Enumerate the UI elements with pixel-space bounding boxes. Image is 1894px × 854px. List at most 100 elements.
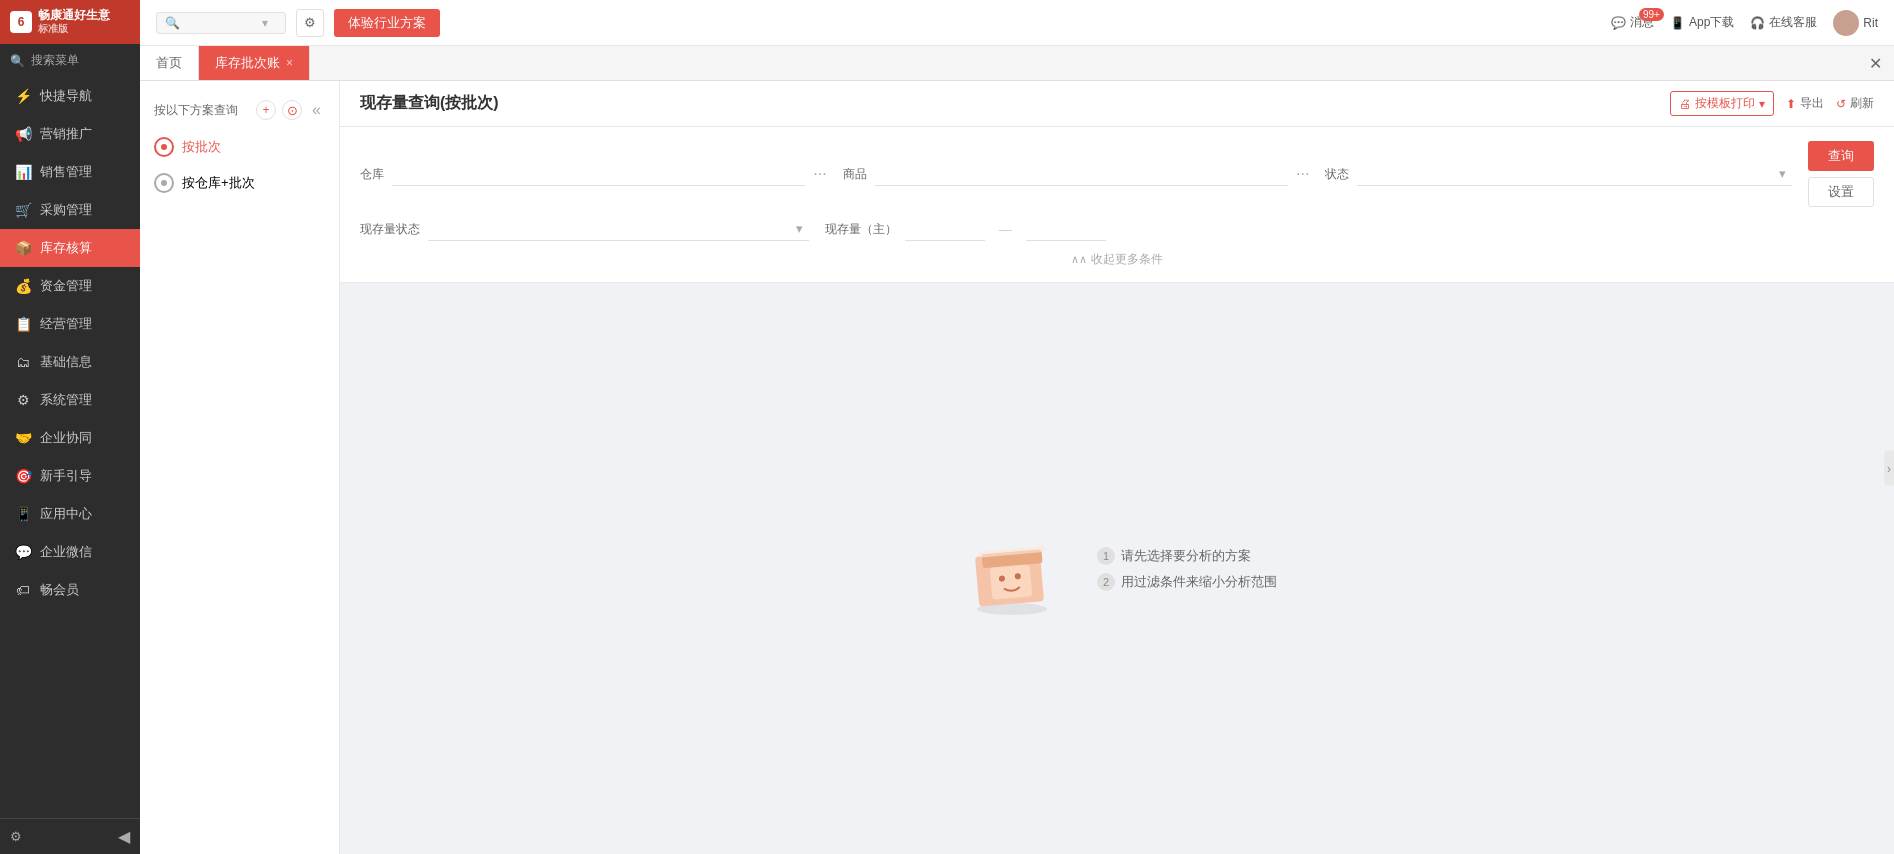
sidebar-item-label: 畅会员 <box>40 581 79 599</box>
app-download-btn[interactable]: 📱 App下载 <box>1670 14 1734 31</box>
sidebar-footer: ⚙ ◀ <box>0 818 140 854</box>
tab-inventory-batch[interactable]: 库存批次账 × <box>199 46 310 80</box>
sidebar-item-label: 系统管理 <box>40 391 92 409</box>
messages-badge: 99+ <box>1639 8 1664 21</box>
refresh-btn[interactable]: ↺ 刷新 <box>1836 95 1874 112</box>
sidebar-nav: ⚡ 快捷导航 📢 营销推广 📊 销售管理 🛒 采购管理 📦 库存核算 💰 资金管… <box>0 77 140 818</box>
filter-item-icon-wh-batch <box>154 173 174 193</box>
topbar-search-input[interactable] <box>186 16 256 30</box>
sidebar-header: 6 畅康通好生意 标准版 <box>0 0 140 44</box>
sidebar-item-newbie[interactable]: 🎯 新手引导 <box>0 457 140 495</box>
sidebar-item-marketing[interactable]: 📢 营销推广 <box>0 115 140 153</box>
finance-icon: 💰 <box>14 277 32 295</box>
filter-item-by-warehouse-batch[interactable]: 按仓库+批次 <box>140 165 339 201</box>
empty-state-content: 1 请先选择要分析的方案 2 用过滤条件来缩小分析范围 <box>957 514 1277 624</box>
inventory-icon: 📦 <box>14 239 32 257</box>
search-form: 仓库 ··· 商品 ··· 状态 ▾ <box>340 127 1894 283</box>
sidebar-item-label: 销售管理 <box>40 163 92 181</box>
content-area: 按以下方案查询 + ⊙ « 按批次 <box>140 81 1894 854</box>
sidebar-item-label: 应用中心 <box>40 505 92 523</box>
sidebar-item-enterprise[interactable]: 🤝 企业协同 <box>0 419 140 457</box>
page-title: 现存量查询(按批次) <box>360 93 499 114</box>
purchase-icon: 🛒 <box>14 201 32 219</box>
messages-btn[interactable]: 💬 消息 99+ <box>1611 14 1654 31</box>
right-panel-toggle[interactable]: › <box>1884 450 1894 485</box>
stock-status-field: 现存量状态 ▾ <box>360 217 809 241</box>
member-icon: 🏷 <box>14 581 32 599</box>
warehouse-input[interactable] <box>392 163 805 186</box>
empty-tip-2: 2 用过滤条件来缩小分析范围 <box>1097 573 1277 591</box>
chevron-right-icon: › <box>1887 461 1891 475</box>
topbar-search-box[interactable]: 🔍 ▾ <box>156 12 286 34</box>
phone-icon: 📱 <box>1670 16 1685 30</box>
filter-collapse-btn[interactable]: « <box>308 97 325 123</box>
stock-status-dropdown-icon: ▾ <box>796 221 803 236</box>
status-label: 状态 <box>1325 166 1349 183</box>
empty-illustration <box>957 514 1067 624</box>
stock-status-select[interactable]: ▾ <box>428 217 809 241</box>
sidebar-collapse-icon[interactable]: ◀ <box>118 827 130 846</box>
template-print-btn[interactable]: 🖨 按模板打印 ▾ <box>1670 91 1774 116</box>
newbie-icon: 🎯 <box>14 467 32 485</box>
tab-home[interactable]: 首页 <box>140 46 199 80</box>
svg-point-0 <box>161 144 167 150</box>
svg-point-1 <box>161 180 167 186</box>
tab-panel-close-btn[interactable]: ✕ <box>1857 54 1894 73</box>
sidebar-item-label: 经营管理 <box>40 315 92 333</box>
online-support-btn[interactable]: 🎧 在线客服 <box>1750 14 1817 31</box>
wechat-icon: 💬 <box>14 543 32 561</box>
topbar-settings-btn[interactable]: ⚙ <box>296 9 324 37</box>
sidebar-item-label: 企业微信 <box>40 543 92 561</box>
sidebar-item-purchase[interactable]: 🛒 采购管理 <box>0 191 140 229</box>
sidebar-settings-icon[interactable]: ⚙ <box>10 829 22 844</box>
print-dropdown-icon[interactable]: ▾ <box>1759 97 1765 111</box>
collapse-more-btn[interactable]: ∧∧ 收起更多条件 <box>360 251 1874 268</box>
filter-settings-btn[interactable]: ⊙ <box>282 100 302 120</box>
warehouse-field: 仓库 ··· <box>360 163 827 186</box>
sidebar-item-basics[interactable]: 🗂 基础信息 <box>0 343 140 381</box>
collapse-icon: ∧∧ <box>1071 253 1087 266</box>
product-more-btn[interactable]: ··· <box>1296 165 1309 183</box>
topbar: 🔍 ▾ ⚙ 体验行业方案 💬 消息 99+ 📱 App下载 🎧 在线客服 <box>140 0 1894 46</box>
sidebar-item-member[interactable]: 🏷 畅会员 <box>0 571 140 609</box>
export-btn[interactable]: ⬆ 导出 <box>1786 95 1824 112</box>
query-btn[interactable]: 查询 <box>1808 141 1874 171</box>
trial-industry-btn[interactable]: 体验行业方案 <box>334 9 440 37</box>
enterprise-icon: 🤝 <box>14 429 32 447</box>
sidebar-item-wechat[interactable]: 💬 企业微信 <box>0 533 140 571</box>
sidebar-search-menu[interactable]: 🔍 搜索菜单 <box>0 44 140 77</box>
topbar-search-dropdown[interactable]: ▾ <box>262 16 268 30</box>
tab-home-label: 首页 <box>156 54 182 72</box>
page-actions: 🖨 按模板打印 ▾ ⬆ 导出 ↺ 刷新 <box>1670 91 1874 116</box>
empty-tip-2-text: 用过滤条件来缩小分析范围 <box>1121 573 1277 591</box>
sidebar-item-label: 资金管理 <box>40 277 92 295</box>
search-menu-label: 搜索菜单 <box>31 52 79 69</box>
sidebar-item-finance[interactable]: 💰 资金管理 <box>0 267 140 305</box>
status-select[interactable]: ▾ <box>1357 162 1792 186</box>
warehouse-more-btn[interactable]: ··· <box>813 165 826 183</box>
sidebar-item-business[interactable]: 📋 经营管理 <box>0 305 140 343</box>
user-profile[interactable]: Rit <box>1833 10 1878 36</box>
sidebar-item-quick-nav[interactable]: ⚡ 快捷导航 <box>0 77 140 115</box>
stock-qty-to[interactable] <box>1026 218 1106 241</box>
filter-add-btn[interactable]: + <box>256 100 276 120</box>
online-support-label: 在线客服 <box>1769 14 1817 31</box>
topbar-right: 💬 消息 99+ 📱 App下载 🎧 在线客服 Rit <box>1611 10 1878 36</box>
tab-close-btn[interactable]: × <box>286 56 293 70</box>
sidebar-item-system[interactable]: ⚙ 系统管理 <box>0 381 140 419</box>
sidebar-item-apps[interactable]: 📱 应用中心 <box>0 495 140 533</box>
settings-icon: ⚙ <box>304 15 316 30</box>
empty-state: 1 请先选择要分析的方案 2 用过滤条件来缩小分析范围 <box>340 283 1894 854</box>
empty-svg-icon <box>957 514 1067 624</box>
sidebar-item-inventory[interactable]: 📦 库存核算 <box>0 229 140 267</box>
template-print-label: 按模板打印 <box>1695 95 1755 112</box>
app-edition: 标准版 <box>38 22 110 36</box>
sidebar-item-label: 企业协同 <box>40 429 92 447</box>
filter-item-by-batch[interactable]: 按批次 <box>140 129 339 165</box>
refresh-label: 刷新 <box>1850 95 1874 112</box>
sidebar-item-sales[interactable]: 📊 销售管理 <box>0 153 140 191</box>
stock-qty-from[interactable] <box>905 218 985 241</box>
settings-btn[interactable]: 设置 <box>1808 177 1874 207</box>
product-input[interactable] <box>875 163 1288 186</box>
topbar-search-icon: 🔍 <box>165 16 180 30</box>
